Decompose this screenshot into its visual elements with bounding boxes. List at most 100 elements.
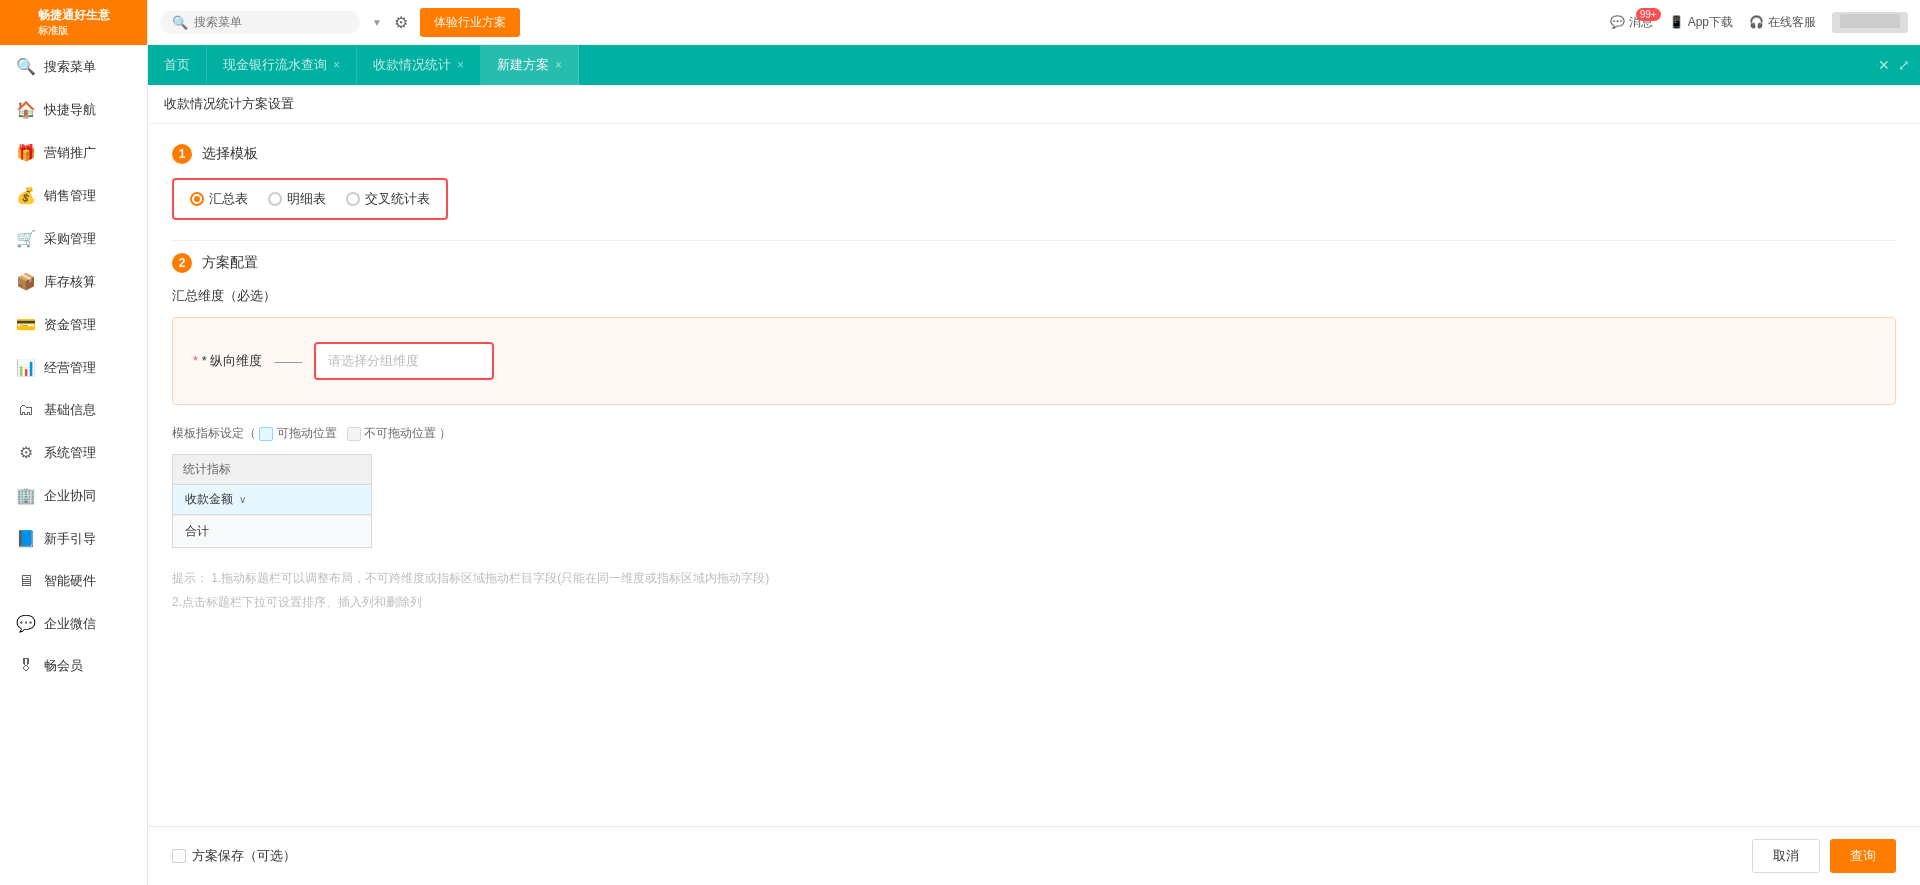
header-actions: 💬 消息 99+ 📱 App下载 🎧 在线客服 — [1610, 12, 1908, 33]
radio-detail-label: 明细表 — [287, 190, 326, 208]
sidebar-item-system[interactable]: ⚙ 系统管理 — [0, 431, 147, 474]
stats-col-header[interactable]: 收款金额 ∨ — [173, 485, 371, 515]
step1-header: 1 选择模板 — [172, 144, 1896, 164]
step2-header: 2 方案配置 — [172, 253, 1896, 273]
sidebar-item-label: 搜索菜单 — [44, 58, 96, 76]
sidebar-item-label: 畅会员 — [44, 657, 83, 675]
tab-bank-label: 现金银行流水查询 — [223, 56, 327, 74]
smart-hw-icon: 🖥 — [16, 572, 36, 590]
sidebar-item-search[interactable]: 🔍 搜索菜单 — [0, 45, 147, 88]
hint-2: 2.点击标题栏下拉可设置排序、插入列和删除列 — [172, 592, 1896, 614]
step1-content: 汇总表 明细表 交叉统计表 — [172, 178, 1896, 220]
purchase-icon: 🛒 — [16, 229, 36, 248]
inventory-icon: 📦 — [16, 272, 36, 291]
sidebar-item-operations[interactable]: 📊 经营管理 — [0, 346, 147, 389]
hint-1: 提示： 1.拖动标题栏可以调整布局，不可跨维度或指标区域拖动栏目字段(只能在同一… — [172, 568, 1896, 590]
tab-collection-close[interactable]: × — [457, 58, 464, 72]
main-card: 1 选择模板 汇总表 明细表 — [148, 124, 1920, 826]
indicators-label: 模板指标设定（ 可拖动位置 不可拖动位置 ） — [172, 425, 451, 442]
page-title-bar: 收款情况统计方案设置 — [148, 85, 1920, 124]
radio-detail[interactable]: 明细表 — [268, 190, 326, 208]
system-icon: ⚙ — [16, 443, 36, 462]
query-button[interactable]: 查询 — [1830, 839, 1896, 873]
cancel-button[interactable]: 取消 — [1752, 839, 1820, 873]
tab-bar-actions: ✕ ⤢ — [1868, 45, 1920, 85]
step1-section: 1 选择模板 汇总表 明细表 — [172, 144, 1896, 220]
tab-home[interactable]: 首页 — [148, 45, 207, 85]
step1-number: 1 — [172, 144, 192, 164]
sidebar-item-label: 智能硬件 — [44, 572, 96, 590]
sidebar-item-label: 销售管理 — [44, 187, 96, 205]
message-item[interactable]: 💬 消息 99+ — [1610, 14, 1653, 31]
sales-icon: 💰 — [16, 186, 36, 205]
sidebar-item-label: 快捷导航 — [44, 101, 96, 119]
dimension-select-placeholder: 请选择分组维度 — [328, 353, 419, 368]
draggable-legend-box — [259, 427, 273, 441]
tab-home-label: 首页 — [164, 56, 190, 74]
sidebar-item-corp-collab[interactable]: 🏢 企业协同 — [0, 474, 147, 517]
app-name: 畅捷通好生意 — [38, 7, 110, 24]
dimension-area: * * 纵向维度 —— 请选择分组维度 — [172, 317, 1896, 405]
bottom-actions: 取消 查询 — [1752, 839, 1896, 873]
sidebar-item-sales[interactable]: 💰 销售管理 — [0, 174, 147, 217]
sidebar-item-label: 营销推广 — [44, 144, 96, 162]
template-radio-group: 汇总表 明细表 交叉统计表 — [172, 178, 448, 220]
search-icon: 🔍 — [172, 15, 188, 30]
tab-close-window-icon[interactable]: ✕ — [1878, 57, 1890, 73]
save-checkbox[interactable] — [172, 849, 186, 863]
search-area[interactable]: 🔍 — [160, 11, 360, 34]
tab-bar: 首页 现金银行流水查询 × 收款情况统计 × 新建方案 × ✕ ⤢ — [148, 45, 1920, 85]
step2-title: 方案配置 — [202, 254, 258, 272]
tab-collection[interactable]: 收款情况统计 × — [357, 45, 481, 85]
industry-button[interactable]: 体验行业方案 — [420, 8, 520, 37]
vertical-dimension-label: * * 纵向维度 — [193, 352, 262, 370]
sidebar-item-inventory[interactable]: 📦 库存核算 — [0, 260, 147, 303]
sidebar-item-guide[interactable]: 📘 新手引导 — [0, 517, 147, 560]
main-area: 🔍 ▼ ⚙ 体验行业方案 💬 消息 99+ 📱 App下载 🎧 在线客服 — [148, 0, 1920, 885]
search-dropdown-arrow[interactable]: ▼ — [372, 17, 382, 28]
corp-collab-icon: 🏢 — [16, 486, 36, 505]
step2-section: 2 方案配置 汇总维度（必选） * * 纵向维度 —— — [172, 253, 1896, 613]
sidebar-item-corp-wechat[interactable]: 💬 企业微信 — [0, 602, 147, 645]
tab-new-plan-close[interactable]: × — [555, 58, 562, 72]
sidebar: 畅捷通好生意 标准版 🔍 搜索菜单 🏠 快捷导航 🎁 营销推广 💰 销售管理 🛒… — [0, 0, 148, 885]
hints-text: 提示： 1.拖动标题栏可以调整布局，不可跨维度或指标区域拖动栏目字段(只能在同一… — [172, 568, 1896, 613]
tab-new-plan[interactable]: 新建方案 × — [481, 45, 579, 85]
tab-maximize-icon[interactable]: ⤢ — [1898, 57, 1910, 73]
sidebar-item-label: 基础信息 — [44, 401, 96, 419]
radio-summary-label: 汇总表 — [209, 190, 248, 208]
service-label: 在线客服 — [1768, 14, 1816, 31]
sidebar-item-purchase[interactable]: 🛒 采购管理 — [0, 217, 147, 260]
sidebar-item-base-info[interactable]: 🗂 基础信息 — [0, 389, 147, 431]
sidebar-item-finance[interactable]: 💳 资金管理 — [0, 303, 147, 346]
tab-collection-label: 收款情况统计 — [373, 56, 451, 74]
user-avatar[interactable] — [1832, 12, 1908, 33]
sidebar-item-members[interactable]: 🎖 畅会员 — [0, 645, 147, 687]
radio-summary-circle — [190, 192, 204, 206]
dimension-section-label: 汇总维度（必选） — [172, 287, 1896, 305]
sidebar-item-marketing[interactable]: 🎁 营销推广 — [0, 131, 147, 174]
fixed-label: 不可拖动位置 — [364, 426, 436, 440]
message-badge: 99+ — [1636, 8, 1661, 21]
dimension-select[interactable]: 请选择分组维度 — [314, 342, 494, 380]
sidebar-item-quick-nav[interactable]: 🏠 快捷导航 — [0, 88, 147, 131]
radio-cross[interactable]: 交叉统计表 — [346, 190, 430, 208]
indicators-section: 模板指标设定（ 可拖动位置 不可拖动位置 ） 统计指标 — [172, 425, 1896, 548]
sidebar-item-smart-hw[interactable]: 🖥 智能硬件 — [0, 560, 147, 602]
tab-bank-close[interactable]: × — [333, 58, 340, 72]
fixed-legend-box — [347, 427, 361, 441]
bottom-bar: 方案保存（可选） 取消 查询 — [148, 826, 1920, 885]
service-icon: 🎧 — [1749, 15, 1764, 29]
service-item[interactable]: 🎧 在线客服 — [1749, 14, 1816, 31]
indicators-header: 模板指标设定（ 可拖动位置 不可拖动位置 ） — [172, 425, 1896, 442]
gear-icon[interactable]: ⚙ — [394, 13, 408, 32]
radio-summary[interactable]: 汇总表 — [190, 190, 248, 208]
stats-col-title: 收款金额 — [185, 491, 233, 508]
stats-expand-icon[interactable]: ∨ — [239, 494, 246, 505]
tab-bank[interactable]: 现金银行流水查询 × — [207, 45, 357, 85]
sidebar-item-label: 企业微信 — [44, 615, 96, 633]
search-input[interactable] — [194, 15, 334, 29]
download-label: App下载 — [1688, 14, 1733, 31]
download-item[interactable]: 📱 App下载 — [1669, 14, 1733, 31]
members-icon: 🎖 — [16, 657, 36, 675]
